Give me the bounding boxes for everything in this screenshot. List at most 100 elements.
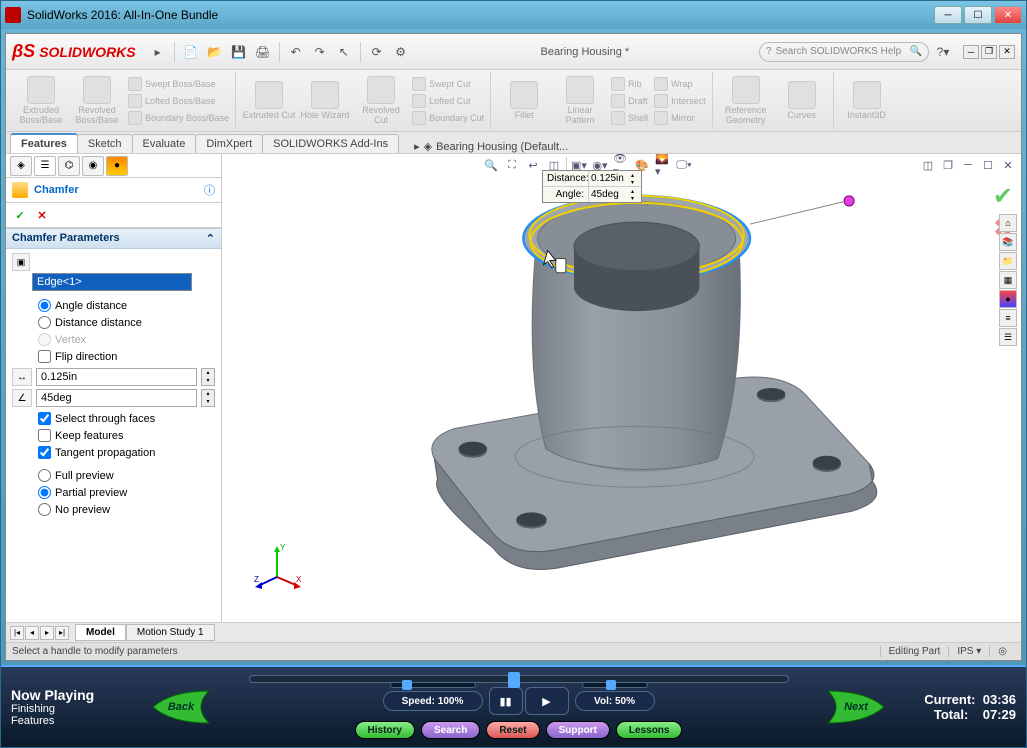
section-header-chamfer-params[interactable]: Chamfer Parameters⌃: [6, 228, 221, 249]
reference-geometry-button[interactable]: Reference Geometry: [719, 76, 773, 126]
tab-nav-last-icon[interactable]: ▸|: [55, 626, 69, 640]
wrap-button[interactable]: Wrap: [652, 76, 708, 92]
check-select-through-faces[interactable]: Select through faces: [12, 410, 215, 427]
angle-input[interactable]: [36, 389, 197, 407]
swept-cut-button[interactable]: Swept Cut: [410, 76, 486, 92]
player-support-button[interactable]: Support: [546, 721, 610, 739]
viewport-restore-icon[interactable]: ❐: [939, 156, 957, 174]
dimension-callout[interactable]: Distance: ▴▾ Angle: ▴▾: [542, 170, 642, 203]
orientation-triad[interactable]: Y X Z: [252, 542, 302, 592]
radio-distance-distance[interactable]: Distance distance: [12, 314, 215, 331]
task-appearances-icon[interactable]: ●: [999, 290, 1017, 308]
player-progress-slider[interactable]: [249, 675, 789, 683]
callout-angle-spinner[interactable]: ▴▾: [631, 188, 641, 202]
intersect-button[interactable]: Intersect: [652, 93, 708, 109]
feature-breadcrumb[interactable]: ▸ ◈ Bearing Housing (Default...: [398, 140, 1021, 153]
radio-full-preview[interactable]: Full preview: [12, 467, 215, 484]
player-history-button[interactable]: History: [355, 721, 415, 739]
player-back-button[interactable]: Back: [151, 685, 211, 729]
player-speed-indicator[interactable]: Speed: 100%: [383, 691, 483, 711]
options-icon[interactable]: ⚙: [391, 42, 411, 62]
player-next-button[interactable]: Next: [826, 685, 886, 729]
breadcrumb-expand-icon[interactable]: ▸: [414, 140, 420, 153]
tab-sketch[interactable]: Sketch: [77, 134, 133, 153]
selection-listbox[interactable]: Edge<1>: [32, 273, 192, 291]
linear-pattern-button[interactable]: Linear Pattern: [553, 76, 607, 126]
angle-spinner[interactable]: ▴▾: [201, 389, 215, 407]
apply-scene-icon[interactable]: 🌄▾: [654, 156, 672, 174]
status-units[interactable]: IPS ▾: [948, 646, 989, 657]
open-icon[interactable]: 📂: [205, 42, 225, 62]
check-flip-direction[interactable]: Flip direction: [12, 348, 215, 365]
zoom-area-icon[interactable]: ⛶: [503, 156, 521, 174]
dimxpert-manager-tab-icon[interactable]: ◉: [82, 156, 104, 176]
display-manager-tab-icon[interactable]: ●: [106, 156, 128, 176]
property-manager-tab-icon[interactable]: ☰: [34, 156, 56, 176]
callout-distance-input[interactable]: [591, 173, 629, 184]
boundary-boss-button[interactable]: Boundary Boss/Base: [126, 110, 231, 126]
help-icon[interactable]: ⓘ: [204, 182, 215, 198]
task-file-explorer-icon[interactable]: 📁: [999, 252, 1017, 270]
revolved-cut-button[interactable]: Revolved Cut: [354, 76, 408, 126]
lofted-boss-button[interactable]: Lofted Boss/Base: [126, 93, 231, 109]
callout-distance-spinner[interactable]: ▴▾: [631, 172, 641, 186]
viewport-minimize-icon[interactable]: ─: [959, 156, 977, 174]
tab-nav-next-icon[interactable]: ▸: [40, 626, 54, 640]
player-search-button[interactable]: Search: [421, 721, 480, 739]
previous-view-icon[interactable]: ↩: [524, 156, 542, 174]
player-volume-indicator[interactable]: Vol: 50%: [575, 691, 655, 711]
callout-angle-input[interactable]: [591, 189, 629, 200]
inner-restore-button[interactable]: ❐: [981, 45, 997, 59]
hole-wizard-button[interactable]: Hole Wizard: [298, 81, 352, 121]
config-manager-tab-icon[interactable]: ⌬: [58, 156, 80, 176]
help-dropdown-icon[interactable]: ?▾: [933, 42, 953, 62]
draft-button[interactable]: Draft: [609, 93, 650, 109]
player-lessons-button[interactable]: Lessons: [616, 721, 683, 739]
task-resources-icon[interactable]: ⌂: [999, 214, 1017, 232]
cancel-button[interactable]: ✕: [34, 207, 50, 223]
fillet-button[interactable]: Fillet: [497, 81, 551, 121]
rib-button[interactable]: Rib: [609, 76, 650, 92]
tab-model[interactable]: Model: [75, 624, 126, 641]
distance-input[interactable]: [36, 368, 197, 386]
inner-close-button[interactable]: ✕: [999, 45, 1015, 59]
instant3d-button[interactable]: Instant3D: [840, 81, 894, 121]
player-play-button[interactable]: ▶: [525, 687, 569, 715]
task-custom-props-icon[interactable]: ≡: [999, 309, 1017, 327]
zoom-fit-icon[interactable]: 🔍: [482, 156, 500, 174]
rebuild-icon[interactable]: ⟳: [367, 42, 387, 62]
swept-boss-button[interactable]: Swept Boss/Base: [126, 76, 231, 92]
select-icon[interactable]: ↖: [334, 42, 354, 62]
tab-nav-first-icon[interactable]: |◂: [10, 626, 24, 640]
undo-icon[interactable]: ↶: [286, 42, 306, 62]
tab-addins[interactable]: SOLIDWORKS Add-Ins: [262, 134, 399, 153]
save-icon[interactable]: 💾: [229, 42, 249, 62]
tab-motion-study[interactable]: Motion Study 1: [126, 624, 215, 641]
task-design-library-icon[interactable]: 📚: [999, 233, 1017, 251]
redo-icon[interactable]: ↷: [310, 42, 330, 62]
radio-angle-distance[interactable]: Angle distance: [12, 297, 215, 314]
radio-partial-preview[interactable]: Partial preview: [12, 484, 215, 501]
player-reset-button[interactable]: Reset: [486, 721, 539, 739]
inner-minimize-button[interactable]: ─: [963, 45, 979, 59]
radio-no-preview[interactable]: No preview: [12, 501, 215, 518]
lofted-cut-button[interactable]: Lofted Cut: [410, 93, 486, 109]
tab-nav-prev-icon[interactable]: ◂: [25, 626, 39, 640]
distance-spinner[interactable]: ▴▾: [201, 368, 215, 386]
task-view-palette-icon[interactable]: ▦: [999, 271, 1017, 289]
check-keep-features[interactable]: Keep features: [12, 427, 215, 444]
tab-features[interactable]: Features: [10, 133, 78, 153]
tab-evaluate[interactable]: Evaluate: [132, 134, 197, 153]
graphics-viewport[interactable]: 🔍 ⛶ ↩ ◫ ▣▾ ◉▾ 👁▾ 🎨 🌄▾ 🖵▾ ◫ ❐ ─ ☐: [222, 154, 1021, 622]
check-tangent-propagation[interactable]: Tangent propagation: [12, 444, 215, 461]
status-extra-icon[interactable]: ◎: [989, 646, 1015, 657]
shell-button[interactable]: Shell: [609, 110, 650, 126]
extruded-boss-button[interactable]: Extruded Boss/Base: [14, 76, 68, 126]
tab-dimxpert[interactable]: DimXpert: [195, 134, 263, 153]
viewport-task-pane-icon[interactable]: ◫: [919, 156, 937, 174]
revolved-boss-button[interactable]: Revolved Boss/Base: [70, 76, 124, 126]
mirror-button[interactable]: Mirror: [652, 110, 708, 126]
extruded-cut-button[interactable]: Extruded Cut: [242, 81, 296, 121]
viewport-close-icon[interactable]: ✕: [999, 156, 1017, 174]
floating-confirm-icon[interactable]: ✔: [993, 182, 1013, 211]
